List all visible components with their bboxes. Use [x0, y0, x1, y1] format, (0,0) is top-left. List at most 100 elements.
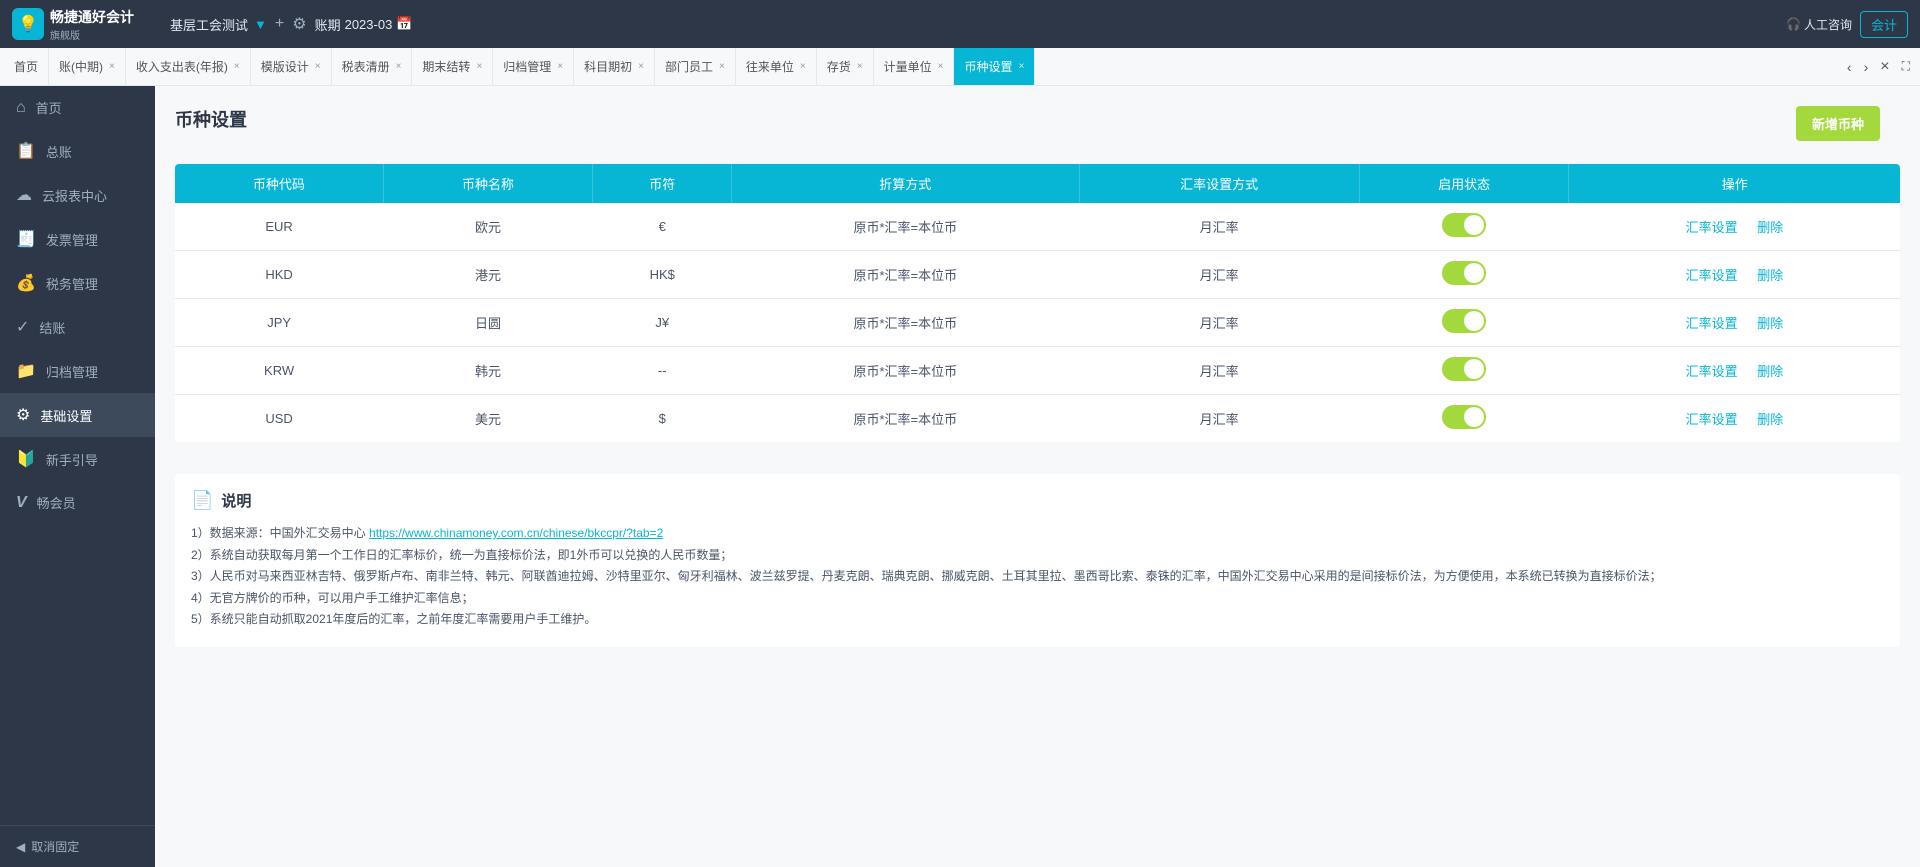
- settings-icon[interactable]: ⚙: [292, 14, 306, 34]
- sidebar-item-tax[interactable]: 💰 税务管理: [0, 261, 155, 305]
- tab-currency-close[interactable]: ×: [1018, 61, 1024, 72]
- checkout-icon: ✓: [16, 317, 29, 337]
- toggle-enabled[interactable]: [1442, 261, 1486, 285]
- tab-subject-init-close[interactable]: ×: [638, 61, 644, 72]
- cell-symbol: HK$: [593, 251, 732, 299]
- sidebar-pin-toggle[interactable]: ◀ 取消固定: [0, 825, 155, 867]
- tab-expand-button[interactable]: ⛶: [1896, 59, 1916, 74]
- cell-rate-method: 月汇率: [1079, 251, 1359, 299]
- table-row: KRW 韩元 -- 原币*汇率=本位币 月汇率 汇率设置 删除: [175, 347, 1900, 395]
- toggle-enabled[interactable]: [1442, 357, 1486, 381]
- toggle-knob: [1464, 215, 1484, 235]
- company-name: 基层工会测试: [170, 15, 248, 34]
- rate-settings-link[interactable]: 汇率设置: [1686, 220, 1738, 235]
- tab-tax-table-close[interactable]: ×: [396, 61, 402, 72]
- tab-partner[interactable]: 往来单位 ×: [736, 48, 817, 86]
- rate-settings-link[interactable]: 汇率设置: [1686, 316, 1738, 331]
- tab-archive-close[interactable]: ×: [557, 61, 563, 72]
- notes-item: 1）数据来源：中国外汇交易中心 https://www.chinamoney.c…: [191, 523, 1884, 545]
- tab-currency[interactable]: 币种设置 ×: [954, 48, 1035, 86]
- home-icon: ⌂: [16, 99, 26, 117]
- sidebar-item-invoice[interactable]: 🧾 发票管理: [0, 217, 155, 261]
- cell-name: 港元: [383, 251, 593, 299]
- col-rate-method: 汇率设置方式: [1079, 164, 1359, 203]
- sidebar: ⌂ 首页 📋 总账 ☁ 云报表中心 🧾 发票管理 💰 税务管理 ✓ 结账 📁 归…: [0, 86, 155, 867]
- sidebar-item-guide[interactable]: 🔰 新手引导: [0, 437, 155, 481]
- sidebar-item-settings[interactable]: ⚙ 基础设置: [0, 393, 155, 437]
- tab-tax-table[interactable]: 税表清册 ×: [332, 48, 413, 86]
- new-currency-button[interactable]: 新增币种: [1796, 106, 1880, 141]
- sidebar-item-guide-label: 新手引导: [46, 450, 98, 469]
- add-company-icon[interactable]: +: [275, 15, 284, 33]
- delete-link[interactable]: 删除: [1757, 220, 1783, 235]
- sidebar-item-general-ledger[interactable]: 📋 总账: [0, 129, 155, 173]
- tab-inventory-label: 存货: [827, 58, 851, 75]
- table-row: JPY 日圆 J¥ 原币*汇率=本位币 月汇率 汇率设置 删除: [175, 299, 1900, 347]
- delete-link[interactable]: 删除: [1757, 268, 1783, 283]
- table-header: 币种代码 币种名称 币符 折算方式 汇率设置方式 启用状态 操作: [175, 164, 1900, 203]
- rate-settings-link[interactable]: 汇率设置: [1686, 412, 1738, 427]
- sidebar-item-report-center[interactable]: ☁ 云报表中心: [0, 173, 155, 217]
- notes-item: 3）人民币对马来西亚林吉特、俄罗斯卢布、南非兰特、韩元、阿联酋迪拉姆、沙特里亚尔…: [191, 566, 1884, 588]
- rate-settings-link[interactable]: 汇率设置: [1686, 364, 1738, 379]
- tab-home[interactable]: 首页: [4, 48, 49, 86]
- tab-period-end-close[interactable]: ×: [476, 61, 482, 72]
- tab-period-end-label: 期末结转: [422, 58, 470, 75]
- cell-symbol: €: [593, 203, 732, 251]
- cell-symbol: --: [593, 347, 732, 395]
- tab-income[interactable]: 收入支出表(年报) ×: [126, 48, 251, 86]
- support-button[interactable]: 🎧 人工咨询: [1786, 16, 1852, 33]
- tab-archive[interactable]: 归档管理 ×: [493, 48, 574, 86]
- notes-link[interactable]: https://www.chinamoney.com.cn/chinese/bk…: [369, 526, 663, 540]
- sidebar-item-invoice-label: 发票管理: [46, 230, 98, 249]
- sidebar-item-tax-label: 税务管理: [46, 274, 98, 293]
- tab-inventory-close[interactable]: ×: [857, 61, 863, 72]
- toggle-enabled[interactable]: [1442, 309, 1486, 333]
- tab-department[interactable]: 部门员工 ×: [655, 48, 736, 86]
- tab-subject-init[interactable]: 科目期初 ×: [574, 48, 655, 86]
- tab-prev-button[interactable]: ‹: [1841, 59, 1858, 75]
- sidebar-item-checkout[interactable]: ✓ 结账: [0, 305, 155, 349]
- tab-income-close[interactable]: ×: [234, 61, 240, 72]
- cell-action: 汇率设置 删除: [1569, 299, 1900, 347]
- company-selector[interactable]: 基层工会测试 ▼: [170, 15, 267, 34]
- sidebar-item-home[interactable]: ⌂ 首页: [0, 86, 155, 129]
- tab-unit-close[interactable]: ×: [938, 61, 944, 72]
- cell-action: 汇率设置 删除: [1569, 203, 1900, 251]
- tab-template-close[interactable]: ×: [315, 61, 321, 72]
- tab-archive-label: 归档管理: [503, 58, 551, 75]
- tab-partner-close[interactable]: ×: [800, 61, 806, 72]
- sidebar-item-archive-label: 归档管理: [46, 362, 98, 381]
- notes-icon: 📄: [191, 490, 213, 511]
- period-label: 账期: [315, 15, 341, 34]
- tab-inventory[interactable]: 存货 ×: [817, 48, 874, 86]
- tab-partner-label: 往来单位: [746, 58, 794, 75]
- tab-department-close[interactable]: ×: [719, 61, 725, 72]
- title-row: 币种设置 新增币种: [175, 106, 1900, 148]
- account-button[interactable]: 会计: [1860, 11, 1908, 38]
- tab-ledger[interactable]: 账(中期) ×: [49, 48, 126, 86]
- cell-name: 韩元: [383, 347, 593, 395]
- col-status: 启用状态: [1359, 164, 1569, 203]
- sidebar-item-archive[interactable]: 📁 归档管理: [0, 349, 155, 393]
- cell-action: 汇率设置 删除: [1569, 395, 1900, 443]
- tab-ledger-close[interactable]: ×: [109, 61, 115, 72]
- rate-settings-link[interactable]: 汇率设置: [1686, 268, 1738, 283]
- delete-link[interactable]: 删除: [1757, 364, 1783, 379]
- cell-calc: 原币*汇率=本位币: [732, 299, 1079, 347]
- delete-link[interactable]: 删除: [1757, 316, 1783, 331]
- tab-close-all-button[interactable]: ×: [1874, 58, 1895, 76]
- guide-icon: 🔰: [16, 449, 36, 469]
- sidebar-item-member[interactable]: V 畅会员: [0, 481, 155, 524]
- toggle-enabled[interactable]: [1442, 213, 1486, 237]
- delete-link[interactable]: 删除: [1757, 412, 1783, 427]
- tab-unit[interactable]: 计量单位 ×: [874, 48, 955, 86]
- toggle-enabled[interactable]: [1442, 405, 1486, 429]
- sidebar-item-settings-label: 基础设置: [40, 406, 92, 425]
- tab-home-label: 首页: [14, 58, 38, 75]
- tab-period-end[interactable]: 期末结转 ×: [412, 48, 493, 86]
- tab-next-button[interactable]: ›: [1858, 59, 1875, 75]
- cell-symbol: J¥: [593, 299, 732, 347]
- calendar-icon[interactable]: 📅: [396, 16, 412, 32]
- tab-template[interactable]: 模版设计 ×: [251, 48, 332, 86]
